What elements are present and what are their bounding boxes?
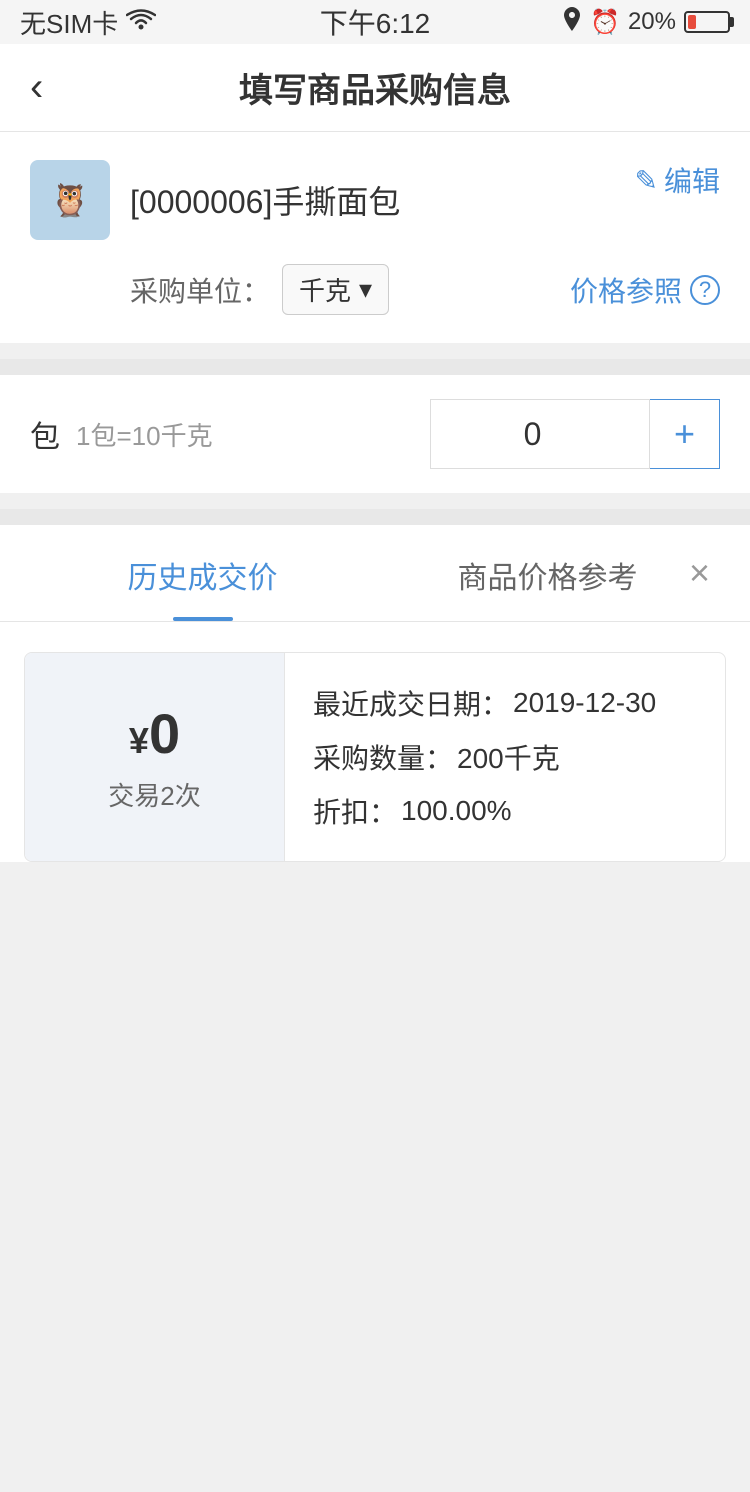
quantity-left: 包 1包=10千克 bbox=[30, 412, 213, 456]
purchase-qty-label: 采购数量： bbox=[313, 737, 453, 777]
bottom-area bbox=[0, 892, 750, 1492]
tab-close-button[interactable]: × bbox=[679, 542, 720, 604]
purchase-qty-value: 200千克 bbox=[457, 737, 560, 777]
discount-label: 折扣： bbox=[313, 791, 397, 831]
recent-date-label: 最近成交日期： bbox=[313, 683, 509, 723]
recent-date-value: 2019-12-30 bbox=[513, 687, 656, 719]
currency-symbol: ¥ bbox=[129, 720, 149, 761]
tabs-header: 历史成交价 商品价格参考 × bbox=[0, 525, 750, 622]
wifi-icon bbox=[126, 7, 156, 38]
product-name: [0000006]手撕面包 bbox=[130, 177, 400, 223]
unit-conversion-label: 1包=10千克 bbox=[76, 416, 213, 453]
time-label: 下午6:12 bbox=[320, 2, 431, 42]
quantity-input[interactable] bbox=[430, 399, 650, 469]
carrier-label: 无SIM卡 bbox=[20, 4, 118, 41]
edit-icon: ✎ bbox=[635, 164, 658, 197]
product-logo: 🦉 bbox=[30, 160, 110, 240]
tabs-section: 历史成交价 商品价格参考 × ¥0 交易2次 最近成交日期： 2019-12-3… bbox=[0, 525, 750, 862]
page-title: 填写商品采购信息 bbox=[239, 63, 511, 112]
logo-icon: 🦉 bbox=[50, 181, 90, 219]
dropdown-arrow-icon: ▾ bbox=[359, 274, 372, 305]
quantity-controls: + bbox=[430, 399, 720, 469]
quantity-row: 包 1包=10千克 + bbox=[0, 375, 750, 493]
divider-2 bbox=[0, 509, 750, 525]
product-edit-button[interactable]: ✎ 编辑 bbox=[635, 160, 720, 200]
product-unit-row: 采购单位： 千克 ▾ 价格参照 ? bbox=[30, 264, 720, 315]
unit-dropdown[interactable]: 千克 ▾ bbox=[282, 264, 389, 315]
transaction-count: 交易2次 bbox=[108, 776, 200, 813]
tab-history-label: 历史成交价 bbox=[128, 562, 278, 595]
back-button[interactable]: ‹ bbox=[30, 65, 43, 110]
status-right: ⏰ 20% bbox=[562, 7, 730, 38]
battery-icon bbox=[684, 11, 730, 33]
location-icon bbox=[562, 7, 582, 38]
help-icon: ? bbox=[690, 275, 720, 305]
price-display: ¥0 bbox=[129, 701, 180, 766]
unit-badge: 包 bbox=[30, 412, 60, 456]
recent-date-row: 最近成交日期： 2019-12-30 bbox=[313, 683, 697, 723]
price-card: ¥0 交易2次 最近成交日期： 2019-12-30 采购数量： 200千克 折… bbox=[24, 652, 726, 862]
price-left-panel: ¥0 交易2次 bbox=[25, 653, 285, 861]
product-header: 🦉 [0000006]手撕面包 ✎ 编辑 bbox=[30, 160, 720, 240]
discount-row: 折扣： 100.00% bbox=[313, 791, 697, 831]
status-bar: 无SIM卡 下午6:12 ⏰ 20% bbox=[0, 0, 750, 44]
unit-select-area: 采购单位： 千克 ▾ bbox=[130, 264, 389, 315]
edit-label: 编辑 bbox=[664, 160, 720, 200]
discount-value: 100.00% bbox=[401, 795, 512, 827]
quantity-plus-button[interactable]: + bbox=[650, 399, 720, 469]
divider-1 bbox=[0, 359, 750, 375]
unit-label: 采购单位： bbox=[130, 270, 270, 310]
status-left: 无SIM卡 bbox=[20, 4, 156, 41]
unit-value: 千克 bbox=[299, 271, 351, 308]
price-reference-button[interactable]: 价格参照 ? bbox=[570, 270, 720, 310]
nav-bar: ‹ 填写商品采购信息 bbox=[0, 44, 750, 132]
battery-percent: 20% bbox=[628, 8, 676, 36]
product-card: 🦉 [0000006]手撕面包 ✎ 编辑 采购单位： 千克 ▾ 价格参照 ? bbox=[0, 132, 750, 343]
price-amount: 0 bbox=[149, 702, 180, 765]
alarm-icon: ⏰ bbox=[590, 8, 620, 37]
product-info: 🦉 [0000006]手撕面包 bbox=[30, 160, 635, 240]
tab-product-price[interactable]: 商品价格参考 bbox=[375, 525, 720, 621]
tab-product-label: 商品价格参考 bbox=[458, 562, 638, 595]
purchase-qty-row: 采购数量： 200千克 bbox=[313, 737, 697, 777]
price-right-panel: 最近成交日期： 2019-12-30 采购数量： 200千克 折扣： 100.0… bbox=[285, 653, 725, 861]
price-ref-label: 价格参照 bbox=[570, 270, 682, 310]
tab-history-price[interactable]: 历史成交价 bbox=[30, 525, 375, 621]
